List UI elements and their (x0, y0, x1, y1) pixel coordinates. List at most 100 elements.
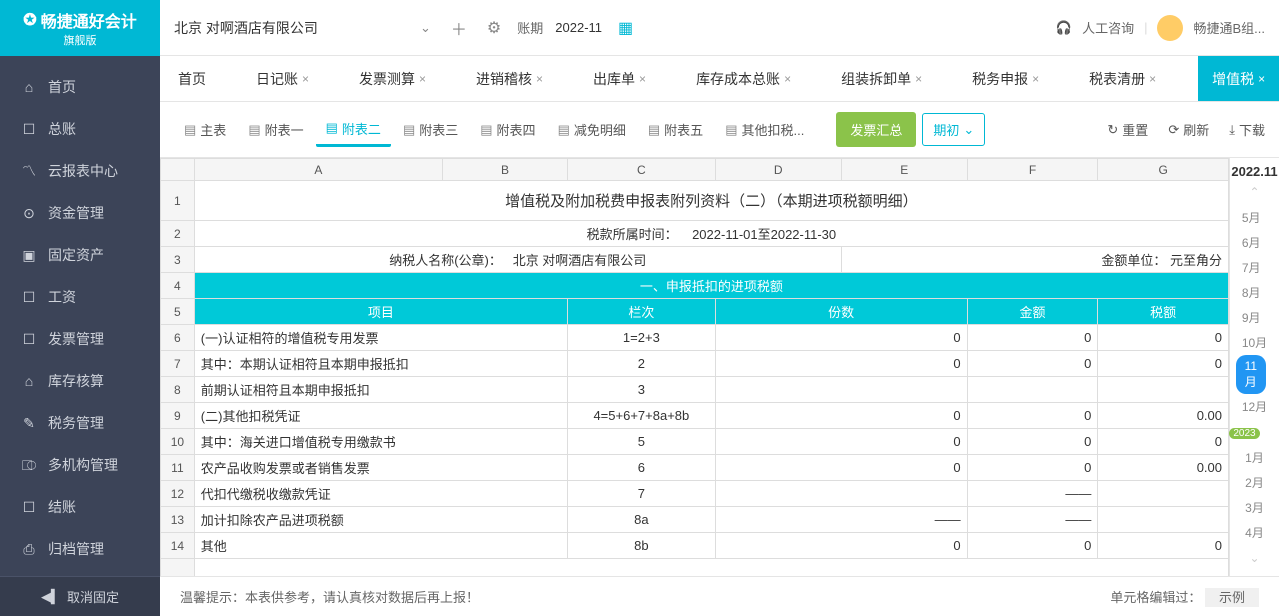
month-item[interactable]: 4月 (1239, 520, 1270, 545)
reset-button[interactable]: ↻重置 (1107, 120, 1148, 139)
cell-qty[interactable]: —— (715, 507, 967, 533)
cell-amount[interactable]: 0 (967, 533, 1098, 559)
cell-tax[interactable]: 0.00 (1098, 403, 1229, 429)
cell-project[interactable]: 其中：海关进口增值税专用缴款书 (194, 429, 567, 455)
tab-1[interactable]: 日记账× (248, 63, 317, 95)
invoice-summary-button[interactable]: 发票汇总 (836, 112, 916, 147)
tab-4[interactable]: 出库单× (585, 63, 654, 95)
cell-tax[interactable]: 0 (1098, 325, 1229, 351)
spreadsheet[interactable]: ABCDEFG1增值税及附加税费申报表附列资料（二）（本期进项税额明细）2税款所… (160, 158, 1229, 576)
tab-close[interactable]: × (1258, 72, 1265, 86)
month-item[interactable]: 3月 (1239, 495, 1270, 520)
tab-5[interactable]: 库存成本总账× (688, 63, 799, 95)
cell-qty[interactable]: 0 (715, 533, 967, 559)
subtab-2[interactable]: ▤附表二 (316, 113, 391, 147)
month-item[interactable]: 2月 (1239, 470, 1270, 495)
sidebar-item-2[interactable]: 〽云报表中心 (0, 150, 160, 192)
cell-col[interactable]: 1=2+3 (568, 325, 716, 351)
cell-project[interactable]: (一)认证相符的增值税专用发票 (194, 325, 567, 351)
subtab-3[interactable]: ▤附表三 (393, 113, 468, 147)
month-item[interactable]: 7月 (1236, 255, 1273, 280)
add-button[interactable]: ＋ (447, 12, 471, 44)
cell-tax[interactable]: 0 (1098, 351, 1229, 377)
subtab-1[interactable]: ▤附表一 (238, 113, 313, 147)
tab-6[interactable]: 组装拆卸单× (833, 63, 930, 95)
cell-amount[interactable]: —— (967, 507, 1098, 533)
cell-qty[interactable] (715, 481, 967, 507)
tab-7[interactable]: 税务申报× (964, 63, 1047, 95)
tab-close[interactable]: × (915, 72, 922, 86)
cell-project[interactable]: 农产品收购发票或者销售发票 (194, 455, 567, 481)
month-item[interactable]: 8月 (1236, 280, 1273, 305)
cell-tax[interactable]: 0 (1098, 429, 1229, 455)
month-item[interactable]: 10月 (1236, 330, 1273, 355)
month-item[interactable]: 6月 (1236, 230, 1273, 255)
subtab-5[interactable]: ▤减免明细 (548, 113, 636, 147)
tab-close[interactable]: × (639, 72, 646, 86)
cell-project[interactable]: (二)其他扣税凭证 (194, 403, 567, 429)
cell-tax[interactable] (1098, 481, 1229, 507)
cell-col[interactable]: 3 (568, 377, 716, 403)
cell-col[interactable]: 5 (568, 429, 716, 455)
tab-close[interactable]: × (419, 72, 426, 86)
sidebar-item-3[interactable]: ⊙资金管理 (0, 192, 160, 234)
sidebar-item-9[interactable]: ⎄多机构管理 (0, 444, 160, 486)
cell-tax[interactable]: 0 (1098, 533, 1229, 559)
tab-close[interactable]: × (302, 72, 309, 86)
calendar-icon[interactable]: ▦ (614, 14, 637, 42)
company-dropdown[interactable]: ⌄ (416, 16, 435, 40)
month-item[interactable]: 12月 (1236, 394, 1273, 419)
period-dropdown[interactable]: 期初 ⌄ (922, 113, 985, 146)
cell-amount[interactable]: 0 (967, 429, 1098, 455)
month-item[interactable]: 5月 (1236, 205, 1273, 230)
cell-qty[interactable]: 0 (715, 455, 967, 481)
month-item[interactable]: 9月 (1236, 305, 1273, 330)
sidebar-item-7[interactable]: ⌂库存核算 (0, 360, 160, 402)
tab-close[interactable]: × (536, 72, 543, 86)
cell-amount[interactable]: 0 (967, 325, 1098, 351)
cell-col[interactable]: 6 (568, 455, 716, 481)
cell-col[interactable]: 7 (568, 481, 716, 507)
cell-project[interactable]: 前期认证相符且本期申报抵扣 (194, 377, 567, 403)
cell-tax[interactable] (1098, 377, 1229, 403)
cell-amount[interactable]: 0 (967, 403, 1098, 429)
tab-3[interactable]: 进销稽核× (468, 63, 551, 95)
avatar[interactable] (1157, 15, 1183, 41)
subtab-7[interactable]: ▤其他扣税... (715, 113, 814, 147)
cell-col[interactable]: 2 (568, 351, 716, 377)
tab-0[interactable]: 首页 (170, 63, 214, 95)
sidebar-item-5[interactable]: ☐工资 (0, 276, 160, 318)
consult-link[interactable]: 人工咨询 (1082, 18, 1134, 37)
cell-qty[interactable] (715, 377, 967, 403)
username[interactable]: 畅捷通B组... (1193, 18, 1265, 37)
tab-8[interactable]: 税表清册× (1081, 63, 1164, 95)
subtab-4[interactable]: ▤附表四 (470, 113, 545, 147)
sidebar-item-8[interactable]: ✎税务管理 (0, 402, 160, 444)
period-value[interactable]: 2022-11 (555, 20, 602, 35)
cell-project[interactable]: 代扣代缴税收缴款凭证 (194, 481, 567, 507)
cell-tax[interactable]: 0.00 (1098, 455, 1229, 481)
cell-col[interactable]: 8b (568, 533, 716, 559)
cell-amount[interactable]: 0 (967, 455, 1098, 481)
yearpanel-up[interactable]: ⌃ (1249, 185, 1259, 199)
cell-qty[interactable]: 0 (715, 429, 967, 455)
cell-project[interactable]: 加计扣除农产品进项税额 (194, 507, 567, 533)
cell-amount[interactable] (967, 377, 1098, 403)
download-button[interactable]: ⤓下载 (1229, 120, 1265, 139)
yearpanel-down[interactable]: ⌄ (1249, 551, 1259, 565)
cell-qty[interactable]: 0 (715, 351, 967, 377)
cell-project[interactable]: 其他 (194, 533, 567, 559)
subtab-0[interactable]: ▤主表 (174, 113, 236, 147)
sidebar-item-1[interactable]: ☐总账 (0, 108, 160, 150)
cell-tax[interactable] (1098, 507, 1229, 533)
cell-amount[interactable]: —— (967, 481, 1098, 507)
cell-qty[interactable]: 0 (715, 403, 967, 429)
month-item[interactable]: 11月 (1236, 355, 1266, 394)
month-item[interactable]: 1月 (1239, 445, 1270, 470)
cell-qty[interactable]: 0 (715, 325, 967, 351)
refresh-button[interactable]: ⟳刷新 (1168, 120, 1209, 139)
cell-amount[interactable]: 0 (967, 351, 1098, 377)
tab-close[interactable]: × (784, 72, 791, 86)
sidebar-item-4[interactable]: ▣固定资产 (0, 234, 160, 276)
tab-close[interactable]: × (1149, 72, 1156, 86)
